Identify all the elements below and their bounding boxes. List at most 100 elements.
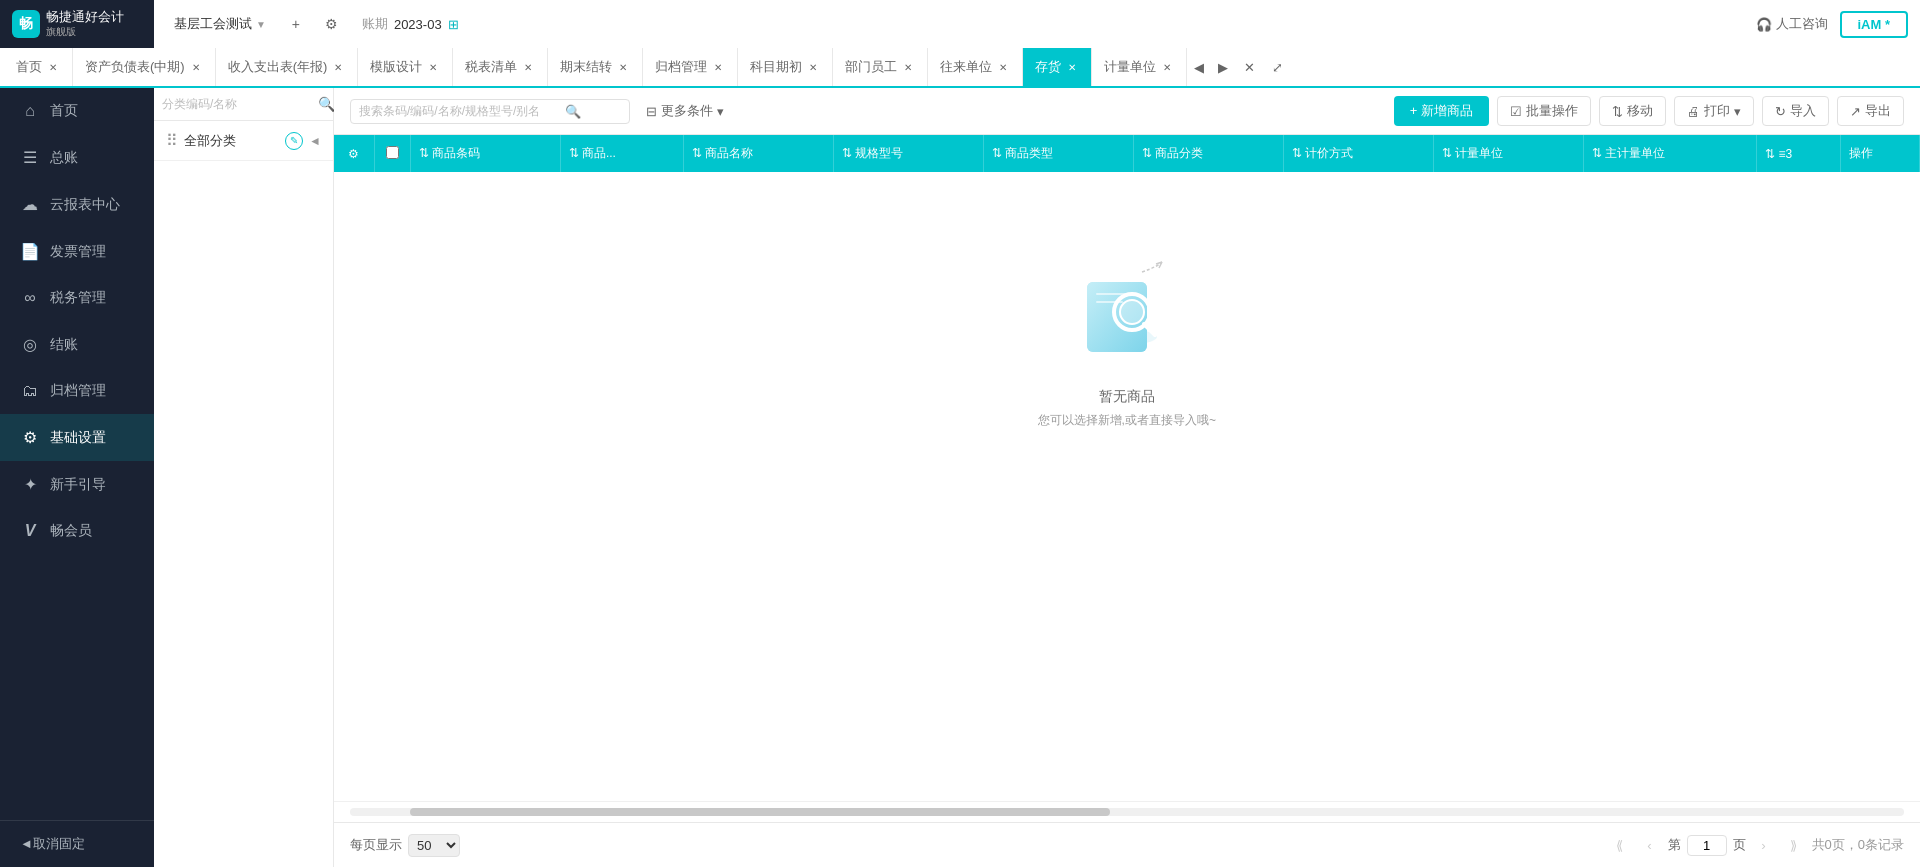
settings-button[interactable]: ⚙ [318,10,346,38]
pagination: ⟪ ‹ 第 1 页 › ⟫ 共0页，0条记录 [1608,833,1904,857]
export-button[interactable]: ↗ 导出 [1837,96,1904,126]
sidebar-item-invoice[interactable]: 📄 发票管理 [0,228,154,275]
service-button[interactable]: 🎧 人工咨询 [1756,15,1828,33]
tab-close-income[interactable]: ✕ [331,60,345,74]
tab-template[interactable]: 模版设计 ✕ [358,48,453,87]
tab-archive[interactable]: 归档管理 ✕ [643,48,738,87]
tab-subject[interactable]: 科目期初 ✕ [738,48,833,87]
col-unit[interactable]: ⇅ 计量单位 [1434,135,1584,172]
page-first-button[interactable]: ⟪ [1608,833,1632,857]
tab-nav-left[interactable]: ◀ [1187,48,1211,87]
logo-text: 畅捷通好会计 旗舰版 [46,9,124,39]
page-prev-button[interactable]: ‹ [1638,833,1662,857]
tab-tax[interactable]: 税表清单 ✕ [453,48,548,87]
tab-nav-right[interactable]: ▶ [1211,48,1235,87]
tab-unit[interactable]: 计量单位 ✕ [1092,48,1187,87]
sidebar-item-vip[interactable]: V 畅会员 [0,508,154,554]
calendar-icon[interactable]: ⊞ [448,17,459,32]
scrollbar-thumb[interactable] [410,808,1110,816]
tab-close-all-button[interactable]: ✕ [1235,48,1263,87]
sidebar: ⌂ 首页 ☰ 总账 ☁ 云报表中心 📄 发票管理 ∞ 税务管理 ◎ 结账 🗂 归… [0,88,154,867]
sidebar-item-home[interactable]: ⌂ 首页 [0,88,154,134]
add-product-button[interactable]: + 新增商品 [1394,96,1489,126]
col-spec[interactable]: ⇅ 规格型号 [833,135,983,172]
col-category[interactable]: ⇅ 商品分类 [1133,135,1283,172]
col-extra[interactable]: ⇅ ≡3 [1757,135,1841,172]
vip-icon: V [20,522,40,540]
col-name[interactable]: ⇅ 商品名称 [683,135,833,172]
select-all-checkbox[interactable] [386,146,399,159]
tab-close-balance[interactable]: ✕ [189,60,203,74]
category-collapse-button[interactable]: ◄ [309,134,321,148]
tab-close-template[interactable]: ✕ [426,60,440,74]
move-icon: ⇅ [1612,104,1623,119]
print-button[interactable]: 🖨 打印 ▾ [1674,96,1754,126]
period-area: 账期 2023-03 ⊞ [362,15,459,33]
tab-staff[interactable]: 部门员工 ✕ [833,48,928,87]
sidebar-pin-toggle[interactable]: ◄取消固定 [0,820,154,867]
tab-close-unit[interactable]: ✕ [1160,60,1174,74]
logo: 畅 畅捷通好会计 旗舰版 [0,0,154,48]
sidebar-label-archive: 归档管理 [50,382,106,400]
toolbar: 🔍 ⊟ 更多条件 ▾ + 新增商品 ☑ 批量操作 ⇅ [334,88,1920,135]
table-container: ⚙ ⇅ 商品条码 ⇅ 商品... ⇅ 商品名称 [334,135,1920,801]
tab-partner[interactable]: 往来单位 ✕ [928,48,1023,87]
category-search-input[interactable] [162,97,312,111]
tab-close-staff[interactable]: ✕ [901,60,915,74]
page-label: 第 [1668,836,1681,854]
filter-icon: ⊟ [646,104,657,119]
page-input[interactable]: 1 [1687,835,1727,856]
tab-close-partner[interactable]: ✕ [996,60,1010,74]
sidebar-item-reports[interactable]: ☁ 云报表中心 [0,181,154,228]
table-footer: 每页显示 20 50 100 200 ⟪ ‹ 第 1 页 › ⟫ [334,822,1920,867]
search-input[interactable] [359,104,559,118]
tab-income[interactable]: 收入支出表(年报) ✕ [216,48,359,87]
sidebar-item-ledger[interactable]: ☰ 总账 [0,134,154,181]
add-tab-button[interactable]: + [282,10,310,38]
account-button[interactable]: iAM * [1840,11,1909,38]
category-all-label[interactable]: 全部分类 [184,132,279,150]
cloud-icon: ☁ [20,195,40,214]
batch-button[interactable]: ☑ 批量操作 [1497,96,1591,126]
sidebar-label-ledger: 总账 [50,149,78,167]
col-barcode[interactable]: ⇅ 商品条码 [410,135,560,172]
company-selector[interactable]: 基层工会测试 ▼ [166,11,274,37]
sidebar-item-guide[interactable]: ✦ 新手引导 [0,461,154,508]
sidebar-item-archive[interactable]: 🗂 归档管理 [0,368,154,414]
home-icon: ⌂ [20,102,40,120]
tab-balance[interactable]: 资产负债表(中期) ✕ [73,48,216,87]
col-code[interactable]: ⇅ 商品... [560,135,683,172]
col-main-unit[interactable]: ⇅ 主计量单位 [1584,135,1757,172]
tab-close-inventory[interactable]: ✕ [1065,60,1079,74]
col-settings[interactable]: ⚙ [334,135,374,172]
col-price-method[interactable]: ⇅ 计价方式 [1283,135,1433,172]
tab-close-tax[interactable]: ✕ [521,60,535,74]
page-next-button[interactable]: › [1752,833,1776,857]
sidebar-label-settle: 结账 [50,336,78,354]
col-action: 操作 [1841,135,1920,172]
search-icon[interactable]: 🔍 [565,104,581,119]
horizontal-scrollbar[interactable] [334,801,1920,822]
sidebar-item-settle[interactable]: ◎ 结账 [0,321,154,368]
more-filter-button[interactable]: ⊟ 更多条件 ▾ [638,98,732,124]
page-size-select[interactable]: 20 50 100 200 [408,834,460,857]
category-add-button[interactable]: ✎ [285,132,303,150]
page-last-button[interactable]: ⟫ [1782,833,1806,857]
page-size-label: 每页显示 [350,836,402,854]
tab-close-home[interactable]: ✕ [46,60,60,74]
move-button[interactable]: ⇅ 移动 [1599,96,1666,126]
tab-expand-button[interactable]: ⤢ [1263,48,1291,87]
sidebar-item-basic[interactable]: ⚙ 基础设置 [0,414,154,461]
tab-close-archive[interactable]: ✕ [711,60,725,74]
tab-close-period[interactable]: ✕ [616,60,630,74]
tab-inventory[interactable]: 存货 ✕ [1023,48,1092,87]
main-content: 🔍 ⊟ 更多条件 ▾ + 新增商品 ☑ 批量操作 ⇅ [334,88,1920,867]
tab-period[interactable]: 期末结转 ✕ [548,48,643,87]
tab-close-subject[interactable]: ✕ [806,60,820,74]
category-search-icon[interactable]: 🔍 [318,96,335,112]
tab-home[interactable]: 首页 ✕ [4,48,73,87]
sidebar-item-tax[interactable]: ∞ 税务管理 [0,275,154,321]
import-button[interactable]: ↻ 导入 [1762,96,1829,126]
col-type[interactable]: ⇅ 商品类型 [983,135,1133,172]
col-checkbox[interactable] [374,135,410,172]
